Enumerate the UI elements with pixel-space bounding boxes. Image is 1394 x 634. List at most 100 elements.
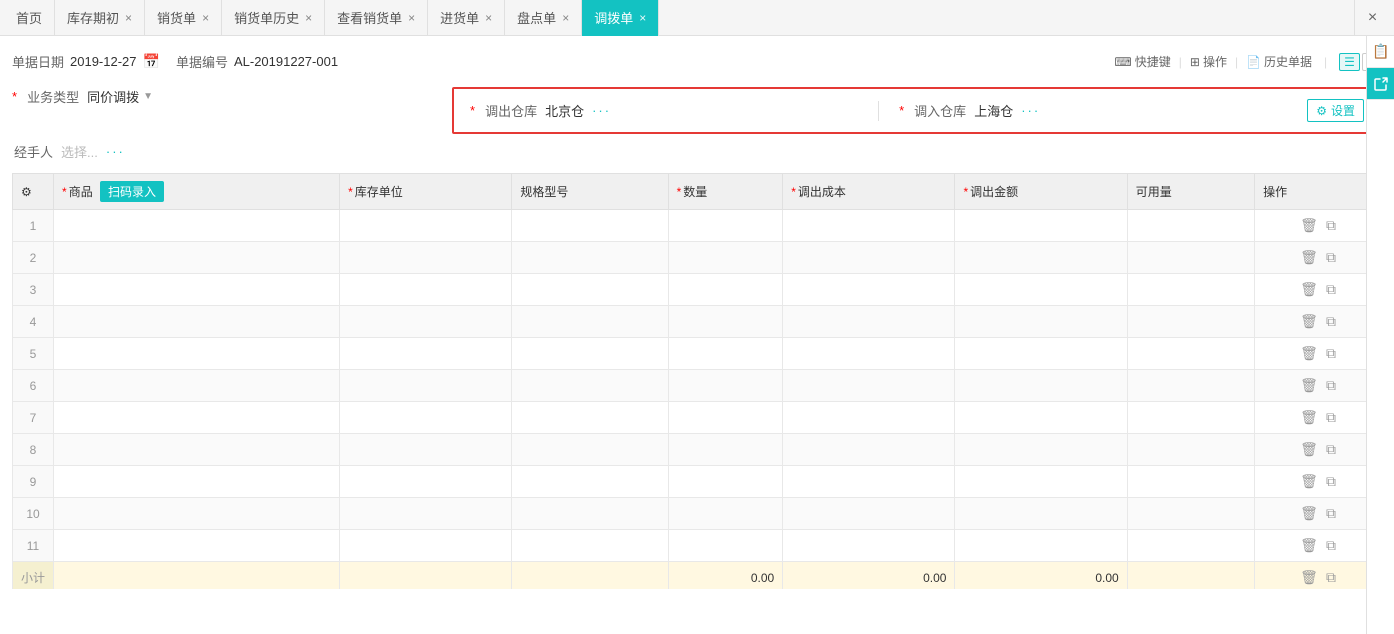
copy-icon-5[interactable]: ⧉ xyxy=(1326,345,1336,362)
cell-qty-6[interactable] xyxy=(668,370,783,402)
delete-icon-8[interactable]: 🗑 xyxy=(1300,441,1318,458)
cell-product-4[interactable] xyxy=(54,306,340,338)
cell-spec-1[interactable] xyxy=(512,210,668,242)
cell-cost-4[interactable] xyxy=(783,306,955,338)
cell-qty-4[interactable] xyxy=(668,306,783,338)
cell-unit-3[interactable] xyxy=(340,274,512,306)
cell-amount-9[interactable] xyxy=(955,466,1127,498)
subtotal-delete-icon[interactable]: 🗑 xyxy=(1300,569,1318,586)
cell-qty-5[interactable] xyxy=(668,338,783,370)
cell-product-7[interactable] xyxy=(54,402,340,434)
cell-amount-7[interactable] xyxy=(955,402,1127,434)
cell-available-4[interactable] xyxy=(1127,306,1254,338)
close-tab-view-sales[interactable]: × xyxy=(408,11,415,25)
copy-icon-3[interactable]: ⧉ xyxy=(1326,281,1336,298)
cell-product-11[interactable] xyxy=(54,530,340,562)
cell-unit-2[interactable] xyxy=(340,242,512,274)
cell-amount-4[interactable] xyxy=(955,306,1127,338)
cell-product-8[interactable] xyxy=(54,434,340,466)
list-view-button[interactable]: ☰ xyxy=(1339,53,1360,71)
cell-available-5[interactable] xyxy=(1127,338,1254,370)
handler-select[interactable]: 选择... xyxy=(61,142,98,161)
cell-product-6[interactable] xyxy=(54,370,340,402)
cell-available-2[interactable] xyxy=(1127,242,1254,274)
cell-amount-3[interactable] xyxy=(955,274,1127,306)
cell-available-1[interactable] xyxy=(1127,210,1254,242)
handler-more-button[interactable]: ··· xyxy=(106,144,125,159)
cell-cost-6[interactable] xyxy=(783,370,955,402)
cell-available-9[interactable] xyxy=(1127,466,1254,498)
close-tab-inventory-initial[interactable]: × xyxy=(125,11,132,25)
sidebar-list-icon[interactable]: 📋 xyxy=(1367,36,1394,68)
cell-spec-5[interactable] xyxy=(512,338,668,370)
history-button[interactable]: 📄 历史单据 xyxy=(1246,53,1312,70)
copy-icon-8[interactable]: ⧉ xyxy=(1326,441,1336,458)
cell-available-7[interactable] xyxy=(1127,402,1254,434)
copy-icon-4[interactable]: ⧉ xyxy=(1326,313,1336,330)
delete-icon-5[interactable]: 🗑 xyxy=(1300,345,1318,362)
cell-qty-7[interactable] xyxy=(668,402,783,434)
cell-unit-10[interactable] xyxy=(340,498,512,530)
cell-unit-4[interactable] xyxy=(340,306,512,338)
close-tab-sales-order[interactable]: × xyxy=(202,11,209,25)
warehouse-out-more-button[interactable]: ··· xyxy=(592,103,611,118)
cell-amount-1[interactable] xyxy=(955,210,1127,242)
tab-sales-order[interactable]: 销货单 × xyxy=(145,0,222,36)
delete-icon-7[interactable]: 🗑 xyxy=(1300,409,1318,426)
cell-unit-5[interactable] xyxy=(340,338,512,370)
cell-amount-11[interactable] xyxy=(955,530,1127,562)
cell-qty-11[interactable] xyxy=(668,530,783,562)
copy-icon-6[interactable]: ⧉ xyxy=(1326,377,1336,394)
cell-cost-9[interactable] xyxy=(783,466,955,498)
cell-amount-2[interactable] xyxy=(955,242,1127,274)
cell-amount-6[interactable] xyxy=(955,370,1127,402)
delete-icon-6[interactable]: 🗑 xyxy=(1300,377,1318,394)
delete-icon-1[interactable]: 🗑 xyxy=(1300,217,1318,234)
cell-cost-2[interactable] xyxy=(783,242,955,274)
cell-spec-2[interactable] xyxy=(512,242,668,274)
close-tab-sales-history[interactable]: × xyxy=(305,11,312,25)
delete-icon-11[interactable]: 🗑 xyxy=(1300,537,1318,554)
delete-icon-9[interactable]: 🗑 xyxy=(1300,473,1318,490)
sidebar-link-icon[interactable] xyxy=(1367,68,1394,100)
cell-spec-3[interactable] xyxy=(512,274,668,306)
copy-icon-9[interactable]: ⧉ xyxy=(1326,473,1336,490)
cell-available-6[interactable] xyxy=(1127,370,1254,402)
business-type-select[interactable]: 同价调拨 ▼ xyxy=(87,87,153,106)
cell-qty-3[interactable] xyxy=(668,274,783,306)
cell-cost-8[interactable] xyxy=(783,434,955,466)
tab-home[interactable]: 首页 xyxy=(4,0,55,36)
cell-cost-1[interactable] xyxy=(783,210,955,242)
cell-spec-9[interactable] xyxy=(512,466,668,498)
cell-unit-1[interactable] xyxy=(340,210,512,242)
cell-qty-8[interactable] xyxy=(668,434,783,466)
operations-button[interactable]: ⊞ 操作 xyxy=(1190,53,1227,70)
copy-icon-11[interactable]: ⧉ xyxy=(1326,537,1336,554)
tab-transfer-order[interactable]: 调拨单 × xyxy=(582,0,659,36)
cell-cost-3[interactable] xyxy=(783,274,955,306)
cell-qty-9[interactable] xyxy=(668,466,783,498)
cell-cost-5[interactable] xyxy=(783,338,955,370)
cell-available-11[interactable] xyxy=(1127,530,1254,562)
cell-spec-11[interactable] xyxy=(512,530,668,562)
cell-spec-10[interactable] xyxy=(512,498,668,530)
copy-icon-7[interactable]: ⧉ xyxy=(1326,409,1336,426)
cell-product-2[interactable] xyxy=(54,242,340,274)
cell-qty-10[interactable] xyxy=(668,498,783,530)
cell-amount-8[interactable] xyxy=(955,434,1127,466)
delete-icon-10[interactable]: 🗑 xyxy=(1300,505,1318,522)
cell-amount-5[interactable] xyxy=(955,338,1127,370)
delete-icon-2[interactable]: 🗑 xyxy=(1300,249,1318,266)
tab-purchase-order[interactable]: 进货单 × xyxy=(428,0,505,36)
tab-view-sales[interactable]: 查看销货单 × xyxy=(325,0,428,36)
delete-icon-3[interactable]: 🗑 xyxy=(1300,281,1318,298)
delete-icon-4[interactable]: 🗑 xyxy=(1300,313,1318,330)
cell-product-3[interactable] xyxy=(54,274,340,306)
cell-available-10[interactable] xyxy=(1127,498,1254,530)
cell-amount-10[interactable] xyxy=(955,498,1127,530)
tab-inventory-initial[interactable]: 库存期初 × xyxy=(55,0,145,36)
cell-spec-8[interactable] xyxy=(512,434,668,466)
cell-qty-1[interactable] xyxy=(668,210,783,242)
cell-unit-6[interactable] xyxy=(340,370,512,402)
shortcut-key-button[interactable]: ⌨ 快捷键 xyxy=(1114,53,1170,70)
